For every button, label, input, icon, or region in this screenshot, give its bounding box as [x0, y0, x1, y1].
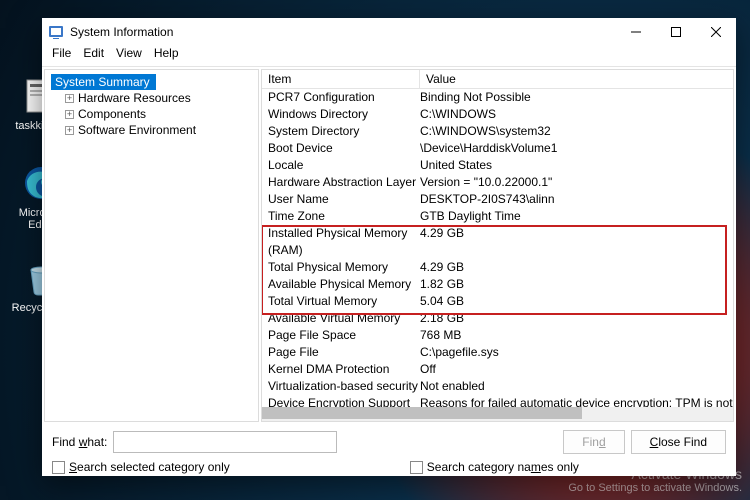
cell-item: Locale — [268, 157, 420, 174]
cell-value: C:\WINDOWS — [420, 106, 733, 123]
checkbox-selected-category[interactable]: Search selected category only — [52, 460, 230, 474]
cell-value: Off — [420, 361, 733, 378]
menu-help[interactable]: Help — [154, 46, 179, 66]
cell-value: Not enabled — [420, 378, 733, 395]
cell-value: DESKTOP-2I0S743\alinn — [420, 191, 733, 208]
list-header: Item Value — [262, 70, 733, 89]
cell-item: Total Physical Memory — [268, 259, 420, 276]
menu-edit[interactable]: Edit — [83, 46, 104, 66]
checkbox-box — [410, 461, 423, 474]
list-row[interactable]: Installed Physical Memory (RAM)4.29 GB — [262, 225, 733, 259]
cell-value: 4.29 GB — [420, 225, 733, 259]
find-label: Find what: — [52, 435, 107, 449]
list-pane[interactable]: Item Value PCR7 ConfigurationBinding Not… — [261, 69, 734, 422]
list-row[interactable]: Available Virtual Memory2.18 GB — [262, 310, 733, 327]
tree-item-software-environment[interactable]: +Software Environment — [51, 122, 252, 138]
tree-root-system-summary[interactable]: System Summary — [51, 74, 156, 90]
list-row[interactable]: Time ZoneGTB Daylight Time — [262, 208, 733, 225]
checkbox-category-names[interactable]: Search category names only — [410, 460, 579, 474]
cell-item: User Name — [268, 191, 420, 208]
app-icon — [48, 24, 64, 40]
cell-item: Time Zone — [268, 208, 420, 225]
cell-value: Version = "10.0.22000.1" — [420, 174, 733, 191]
cell-value: 5.04 GB — [420, 293, 733, 310]
cell-item: System Directory — [268, 123, 420, 140]
menu-file[interactable]: File — [52, 46, 71, 66]
cell-value: Binding Not Possible — [420, 89, 733, 106]
cell-value: C:\pagefile.sys — [420, 344, 733, 361]
menu-view[interactable]: View — [116, 46, 142, 66]
cell-value: GTB Daylight Time — [420, 208, 733, 225]
list-row[interactable]: Virtualization-based securityNot enabled — [262, 378, 733, 395]
cell-value: 1.82 GB — [420, 276, 733, 293]
cell-item: Installed Physical Memory (RAM) — [268, 225, 420, 259]
column-header-item[interactable]: Item — [262, 70, 420, 88]
list-row[interactable]: System DirectoryC:\WINDOWS\system32 — [262, 123, 733, 140]
cell-value: 2.18 GB — [420, 310, 733, 327]
cell-item: Hardware Abstraction Layer — [268, 174, 420, 191]
cell-value: United States — [420, 157, 733, 174]
list-row[interactable]: Available Physical Memory1.82 GB — [262, 276, 733, 293]
expand-icon[interactable]: + — [65, 94, 74, 103]
find-footer: Find what: Find Close Find Search select… — [42, 424, 736, 482]
minimize-button[interactable] — [616, 19, 656, 45]
tree-item-hardware-resources[interactable]: +Hardware Resources — [51, 90, 252, 106]
cell-item: Virtualization-based security — [268, 378, 420, 395]
system-information-window: System Information File Edit View Help S… — [42, 18, 736, 476]
scrollbar-thumb[interactable] — [262, 407, 582, 419]
find-input[interactable] — [113, 431, 337, 453]
expand-icon[interactable]: + — [65, 110, 74, 119]
list-row[interactable]: Page FileC:\pagefile.sys — [262, 344, 733, 361]
close-find-button[interactable]: Close Find — [631, 430, 726, 454]
cell-value: \Device\HarddiskVolume1 — [420, 140, 733, 157]
cell-item: Page File — [268, 344, 420, 361]
list-row[interactable]: Total Physical Memory4.29 GB — [262, 259, 733, 276]
expand-icon[interactable]: + — [65, 126, 74, 135]
cell-item: Available Physical Memory — [268, 276, 420, 293]
cell-item: Kernel DMA Protection — [268, 361, 420, 378]
list-row[interactable]: Hardware Abstraction LayerVersion = "10.… — [262, 174, 733, 191]
menubar: File Edit View Help — [42, 46, 736, 66]
maximize-button[interactable] — [656, 19, 696, 45]
cell-item: PCR7 Configuration — [268, 89, 420, 106]
find-button[interactable]: Find — [563, 430, 624, 454]
list-row[interactable]: Total Virtual Memory5.04 GB — [262, 293, 733, 310]
column-header-value[interactable]: Value — [420, 70, 733, 88]
horizontal-scrollbar[interactable] — [262, 407, 733, 421]
list-row[interactable]: User NameDESKTOP-2I0S743\alinn — [262, 191, 733, 208]
close-button[interactable] — [696, 19, 736, 45]
list-row[interactable]: Kernel DMA ProtectionOff — [262, 361, 733, 378]
window-title: System Information — [70, 25, 173, 39]
tree-item-components[interactable]: +Components — [51, 106, 252, 122]
cell-item: Boot Device — [268, 140, 420, 157]
cell-value: 4.29 GB — [420, 259, 733, 276]
list-row[interactable]: LocaleUnited States — [262, 157, 733, 174]
tree-pane[interactable]: System Summary +Hardware Resources +Comp… — [44, 69, 259, 422]
list-row[interactable]: Page File Space768 MB — [262, 327, 733, 344]
cell-item: Available Virtual Memory — [268, 310, 420, 327]
cell-value: 768 MB — [420, 327, 733, 344]
list-row[interactable]: Boot Device\Device\HarddiskVolume1 — [262, 140, 733, 157]
list-row[interactable]: Windows DirectoryC:\WINDOWS — [262, 106, 733, 123]
cell-value: C:\WINDOWS\system32 — [420, 123, 733, 140]
cell-item: Total Virtual Memory — [268, 293, 420, 310]
checkbox-box — [52, 461, 65, 474]
cell-item: Page File Space — [268, 327, 420, 344]
cell-item: Windows Directory — [268, 106, 420, 123]
titlebar[interactable]: System Information — [42, 18, 736, 46]
list-row[interactable]: PCR7 ConfigurationBinding Not Possible — [262, 89, 733, 106]
